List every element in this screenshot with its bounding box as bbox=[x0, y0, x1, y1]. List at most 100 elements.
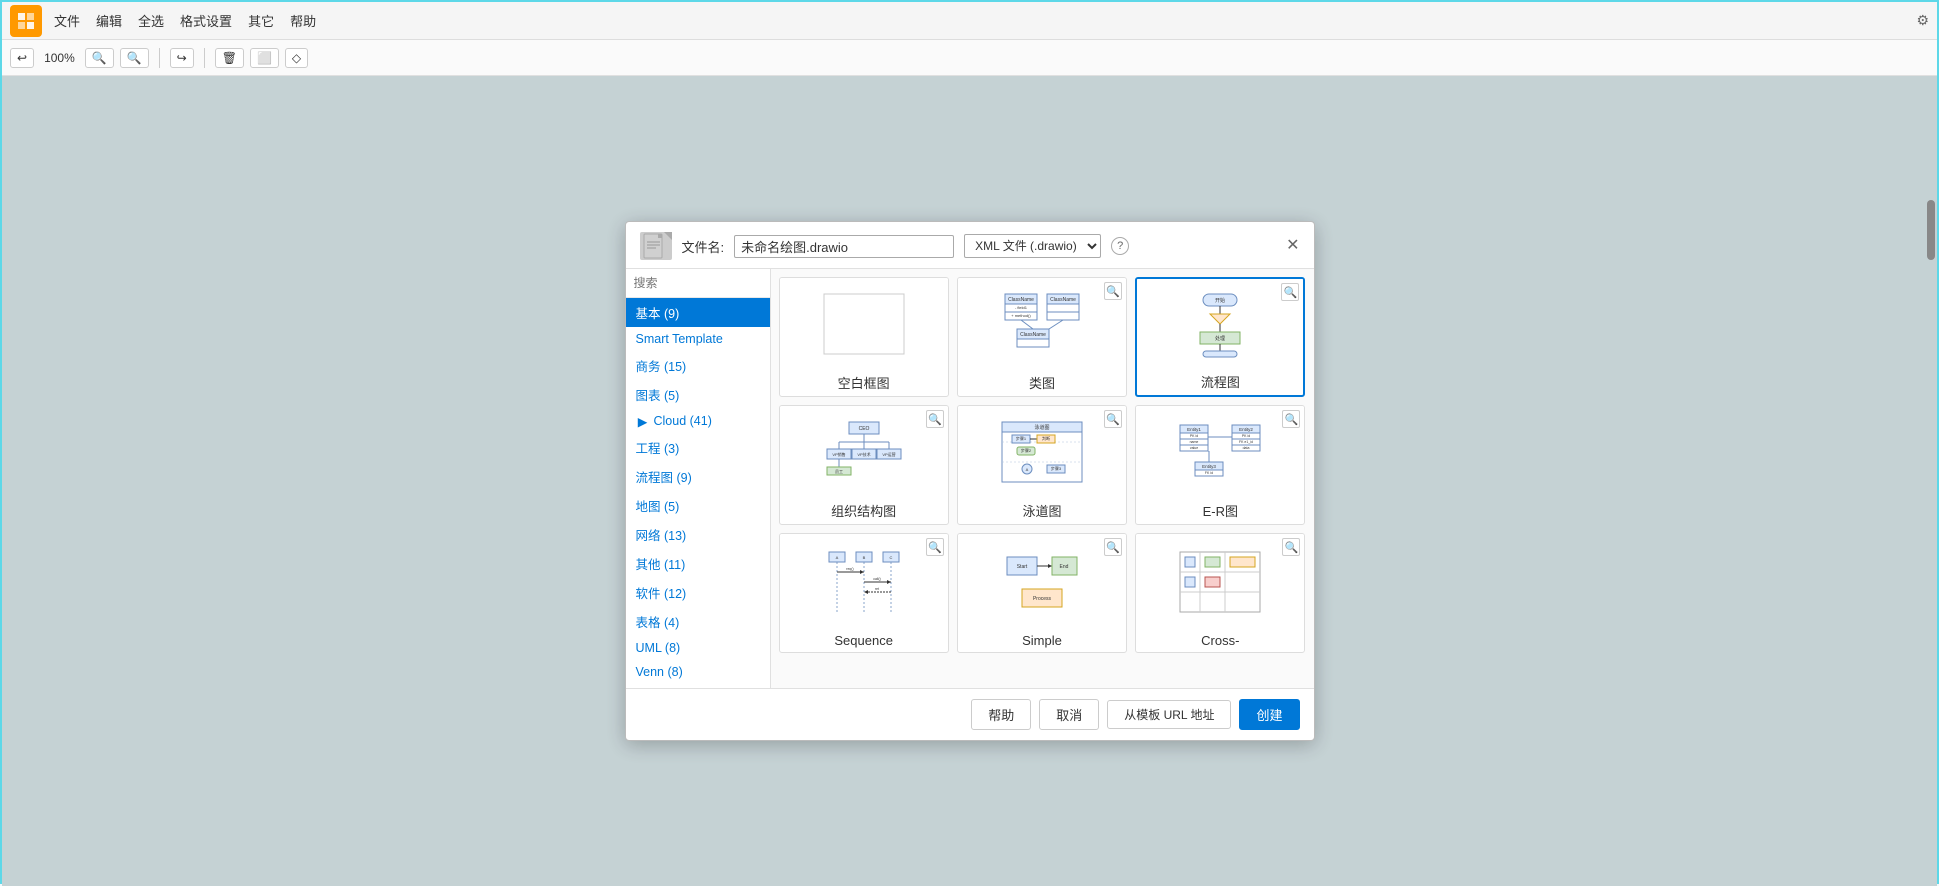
svg-text:Process: Process bbox=[1033, 596, 1052, 602]
toolbar-shape[interactable]: ◇ bbox=[285, 48, 308, 68]
menu-other[interactable]: 其它 bbox=[248, 11, 274, 30]
svg-text:Entity2: Entity2 bbox=[1239, 427, 1253, 432]
category-label-chart: 图表 (5) bbox=[636, 385, 680, 404]
magnify-class-icon[interactable]: 🔍 bbox=[1104, 282, 1122, 300]
menu-format[interactable]: 格式设置 bbox=[180, 11, 232, 30]
magnify-flowchart-icon[interactable]: 🔍 bbox=[1281, 283, 1299, 301]
template-sequence[interactable]: 🔍 A B C bbox=[779, 533, 949, 653]
menu-selectall[interactable]: 全选 bbox=[138, 11, 164, 30]
category-item-network[interactable]: 网络 (13) bbox=[626, 520, 770, 549]
magnify-swimlane-icon[interactable]: 🔍 bbox=[1104, 410, 1122, 428]
menu-edit[interactable]: 编辑 bbox=[96, 11, 122, 30]
svg-text:Entity3: Entity3 bbox=[1202, 464, 1216, 469]
category-item-cloud[interactable]: ▶ Cloud (41) bbox=[626, 409, 770, 433]
toolbar-undo[interactable]: ↩ bbox=[10, 48, 34, 68]
svg-text:B: B bbox=[862, 555, 865, 560]
svg-text:PK id: PK id bbox=[1242, 434, 1250, 438]
category-item-software[interactable]: 软件 (12) bbox=[626, 578, 770, 607]
app-logo bbox=[10, 5, 42, 37]
toolbar-zoom-in[interactable]: 🔍 bbox=[85, 48, 114, 68]
filetype-help-icon[interactable]: ? bbox=[1111, 237, 1129, 255]
svg-text:req(): req() bbox=[846, 567, 853, 571]
magnify-er-icon[interactable]: 🔍 bbox=[1282, 410, 1300, 428]
create-button[interactable]: 创建 bbox=[1239, 699, 1299, 730]
svg-text:处理: 处理 bbox=[1215, 335, 1225, 342]
magnify-sequence-icon[interactable]: 🔍 bbox=[926, 538, 944, 556]
svg-text:name: name bbox=[1190, 440, 1199, 444]
magnify-cross-icon[interactable]: 🔍 bbox=[1282, 538, 1300, 556]
category-item-venn[interactable]: Venn (8) bbox=[626, 660, 770, 684]
category-label-table: 表格 (4) bbox=[636, 612, 680, 631]
category-label-flowchart: 流程图 (9) bbox=[636, 467, 692, 486]
category-item-other[interactable]: 其他 (11) bbox=[626, 549, 770, 578]
main-area: 文件名: XML 文件 (.drawio) PNG 文件 (.png) SVG … bbox=[2, 76, 1937, 886]
template-blank-preview bbox=[780, 278, 948, 369]
svg-text:步骤1: 步骤1 bbox=[1016, 435, 1027, 441]
menu-help[interactable]: 帮助 bbox=[290, 11, 316, 30]
filename-label: 文件名: bbox=[682, 237, 725, 256]
category-item-basic[interactable]: 基本 (9) bbox=[626, 298, 770, 327]
toolbar-zoom-out[interactable]: 🔍 bbox=[120, 48, 149, 68]
category-item-flowchart[interactable]: 流程图 (9) bbox=[626, 462, 770, 491]
category-list: 基本 (9) Smart Template 商务 (15) 图表 (5) ▶ bbox=[626, 298, 770, 688]
magnify-simple-icon[interactable]: 🔍 bbox=[1104, 538, 1122, 556]
template-simple-label: Simple bbox=[1020, 629, 1064, 652]
toolbar-rect[interactable]: ⬜ bbox=[250, 48, 279, 68]
svg-text:ClassName: ClassName bbox=[1020, 332, 1046, 338]
dialog-footer: 帮助 取消 从模板 URL 地址 创建 bbox=[626, 688, 1314, 740]
magnify-org-icon[interactable]: 🔍 bbox=[926, 410, 944, 428]
modal-overlay: 文件名: XML 文件 (.drawio) PNG 文件 (.png) SVG … bbox=[2, 76, 1937, 886]
menu-file[interactable]: 文件 bbox=[54, 11, 80, 30]
toolbar-delete[interactable]: 🗑 bbox=[215, 48, 244, 68]
category-item-map[interactable]: 地图 (5) bbox=[626, 491, 770, 520]
svg-text:步骤3: 步骤3 bbox=[1051, 465, 1062, 471]
category-item-uml[interactable]: UML (8) bbox=[626, 636, 770, 660]
category-item-smart[interactable]: Smart Template bbox=[626, 327, 770, 351]
dialog-close-button[interactable]: ✕ bbox=[1286, 238, 1299, 254]
svg-text:VP技术: VP技术 bbox=[857, 451, 870, 457]
template-swimlane[interactable]: 🔍 泳道图 步骤1 bbox=[957, 405, 1127, 525]
template-org[interactable]: 🔍 CEO bbox=[779, 405, 949, 525]
template-simple[interactable]: 🔍 Start End Process bbox=[957, 533, 1127, 653]
svg-text:步骤2: 步骤2 bbox=[1021, 447, 1032, 453]
svg-text:Start: Start bbox=[1017, 564, 1028, 570]
template-swimlane-preview: 🔍 泳道图 步骤1 bbox=[958, 406, 1126, 497]
svg-text:data: data bbox=[1243, 446, 1250, 450]
file-icon bbox=[640, 232, 672, 260]
category-label-cloud: Cloud (41) bbox=[654, 414, 712, 428]
template-cross[interactable]: 🔍 bbox=[1135, 533, 1305, 653]
category-item-chart[interactable]: 图表 (5) bbox=[626, 380, 770, 409]
url-button[interactable]: 从模板 URL 地址 bbox=[1107, 700, 1231, 729]
category-item-business[interactable]: 商务 (15) bbox=[626, 351, 770, 380]
category-label-software: 软件 (12) bbox=[636, 583, 687, 602]
toolbar-sep-1 bbox=[159, 48, 160, 68]
filetype-select[interactable]: XML 文件 (.drawio) PNG 文件 (.png) SVG 文件 (.… bbox=[964, 234, 1101, 258]
cloud-play-icon: ▶ bbox=[636, 414, 650, 428]
svg-text:CEO: CEO bbox=[858, 426, 869, 432]
template-org-preview: 🔍 CEO bbox=[780, 406, 948, 497]
category-item-engineering[interactable]: 工程 (3) bbox=[626, 433, 770, 462]
help-button[interactable]: 帮助 bbox=[971, 699, 1031, 730]
svg-text:ClassName: ClassName bbox=[1050, 297, 1076, 303]
svg-text:泳道图: 泳道图 bbox=[1034, 424, 1049, 431]
new-diagram-dialog: 文件名: XML 文件 (.drawio) PNG 文件 (.png) SVG … bbox=[625, 221, 1315, 741]
template-flowchart[interactable]: 🔍 开始 处理 bbox=[1135, 277, 1305, 397]
template-sequence-label: Sequence bbox=[832, 629, 895, 652]
category-label-uml: UML (8) bbox=[636, 641, 681, 655]
search-box: 🔍 bbox=[626, 269, 770, 298]
template-class-preview: 🔍 ClassName - field1 + method() bbox=[958, 278, 1126, 369]
cancel-button[interactable]: 取消 bbox=[1039, 699, 1099, 730]
category-item-table[interactable]: 表格 (4) bbox=[626, 607, 770, 636]
template-er[interactable]: 🔍 Entity1 PK id name value bbox=[1135, 405, 1305, 525]
template-blank-label: 空白框图 bbox=[836, 369, 892, 396]
toolbar-redo[interactable]: ↪ bbox=[170, 48, 194, 68]
search-input[interactable] bbox=[634, 276, 771, 290]
template-class[interactable]: 🔍 ClassName - field1 + method() bbox=[957, 277, 1127, 397]
template-cross-label: Cross- bbox=[1199, 629, 1241, 652]
top-bar-right: ⚙ bbox=[1916, 12, 1929, 29]
svg-text:A: A bbox=[835, 555, 838, 560]
filename-input[interactable] bbox=[734, 235, 954, 258]
template-blank[interactable]: 空白框图 bbox=[779, 277, 949, 397]
settings-icon[interactable]: ⚙ bbox=[1916, 12, 1929, 29]
category-label-map: 地图 (5) bbox=[636, 496, 680, 515]
